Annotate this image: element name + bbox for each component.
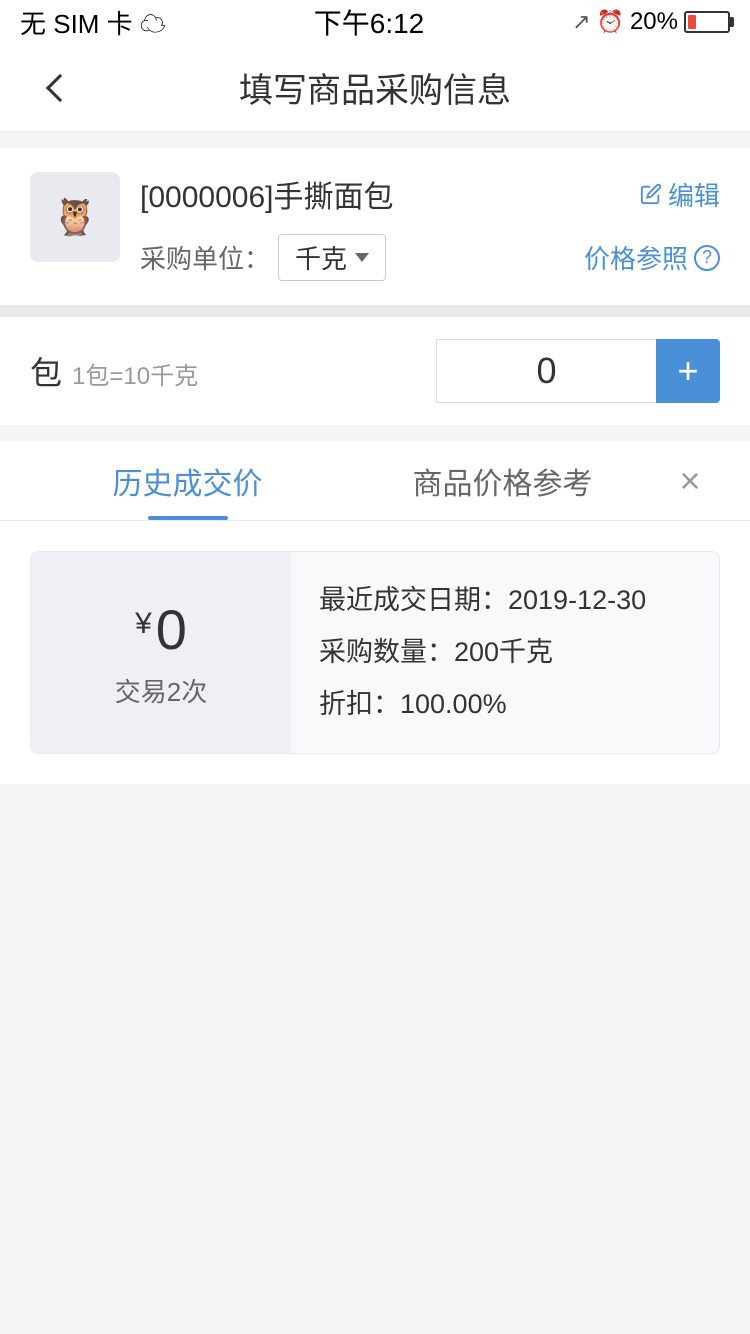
price-currency: ¥: [135, 607, 152, 641]
recent-date-value: 2019-12-30: [508, 585, 646, 615]
quantity-row: 包 1包=10千克 0 +: [0, 317, 750, 425]
edit-label: 编辑: [668, 176, 720, 213]
edit-button[interactable]: 编辑: [640, 176, 720, 213]
product-row: 🦉 [0000006]手撕面包 编辑 采购单位： 千克: [30, 172, 720, 281]
quantity-unit: 包: [30, 348, 62, 394]
battery-fill: [688, 15, 696, 29]
close-icon: ×: [679, 463, 700, 499]
unit-label: 采购单位：: [140, 239, 270, 276]
quantity-label-group: 包 1包=10千克: [30, 348, 198, 394]
recent-date-row: 最近成交日期：2019-12-30: [319, 582, 691, 620]
quantity-plus-button[interactable]: +: [656, 339, 720, 403]
nav-icon: ↗: [572, 9, 590, 35]
battery-percent: 20%: [630, 8, 678, 36]
quantity-input[interactable]: 0: [436, 339, 656, 403]
help-icon: ?: [694, 245, 720, 271]
price-amount: ¥ 0: [135, 597, 187, 662]
quantity-input-group: 0 +: [436, 339, 720, 403]
product-info: [0000006]手撕面包 编辑 采购单位： 千克: [140, 172, 720, 281]
sim-label: 无 SIM 卡 ☁: [20, 4, 166, 41]
product-name: [0000006]手撕面包: [140, 172, 393, 216]
trade-count: 交易2次: [115, 672, 207, 709]
plus-icon: +: [677, 353, 698, 389]
transaction-card: ¥ 0 交易2次 最近成交日期：2019-12-30 采购数量：200千克 折扣…: [30, 551, 720, 754]
unit-value: 千克: [295, 239, 347, 276]
page-title: 填写商品采购信息: [90, 63, 660, 112]
product-card: 🦉 [0000006]手撕面包 编辑 采购单位： 千克: [0, 148, 750, 305]
tab-history-price-label: 历史成交价: [113, 459, 263, 503]
tab-history-price[interactable]: 历史成交价: [30, 441, 345, 520]
card-left: ¥ 0 交易2次: [31, 552, 291, 753]
unit-select[interactable]: 千克: [278, 234, 386, 281]
quantity-value: 0: [536, 350, 556, 392]
back-arrow-icon: [46, 73, 74, 101]
product-name-row: [0000006]手撕面包 编辑: [140, 172, 720, 216]
quantity-conversion: 1包=10千克: [72, 356, 198, 391]
purchase-quantity-value: 200千克: [454, 637, 553, 667]
status-right: ↗ ⏰ 20%: [572, 8, 730, 36]
card-right: 最近成交日期：2019-12-30 采购数量：200千克 折扣：100.00%: [291, 552, 719, 753]
help-char: ?: [702, 247, 712, 268]
back-button[interactable]: [30, 58, 90, 118]
tab-product-price-ref[interactable]: 商品价格参考: [345, 441, 660, 520]
tab-product-price-ref-label: 商品价格参考: [413, 459, 593, 503]
status-left: 无 SIM 卡 ☁: [20, 4, 166, 41]
purchase-quantity-row: 采购数量：200千克: [319, 634, 691, 672]
status-bar: 无 SIM 卡 ☁ 下午6:12 ↗ ⏰ 20%: [0, 0, 750, 44]
tab-close-button[interactable]: ×: [660, 451, 720, 511]
status-time: 下午6:12: [314, 2, 425, 42]
header: 填写商品采购信息: [0, 44, 750, 132]
purchase-quantity-label: 采购数量：: [319, 637, 454, 667]
dropdown-arrow-icon: [355, 253, 369, 262]
discount-row: 折扣：100.00%: [319, 686, 691, 724]
alarm-icon: ⏰: [597, 9, 624, 35]
recent-date-label: 最近成交日期：: [319, 585, 508, 615]
divider-bar: [0, 305, 750, 317]
unit-row: 采购单位： 千克 价格参照 ?: [140, 234, 720, 281]
edit-icon: [640, 183, 662, 205]
price-value: 0: [156, 597, 187, 662]
tab-section: 历史成交价 商品价格参考 × ¥ 0 交易2次 最近成交日期：2019-12-3…: [0, 441, 750, 784]
battery-icon: [684, 11, 730, 33]
price-ref-button[interactable]: 价格参照 ?: [584, 239, 720, 276]
price-ref-label: 价格参照: [584, 239, 688, 276]
tab-bar: 历史成交价 商品价格参考 ×: [0, 441, 750, 521]
discount-label: 折扣：: [319, 689, 400, 719]
discount-value: 100.00%: [400, 689, 507, 719]
product-thumbnail: 🦉: [30, 172, 120, 262]
product-logo-icon: 🦉: [53, 196, 98, 238]
card-content: ¥ 0 交易2次 最近成交日期：2019-12-30 采购数量：200千克 折扣…: [0, 521, 750, 784]
